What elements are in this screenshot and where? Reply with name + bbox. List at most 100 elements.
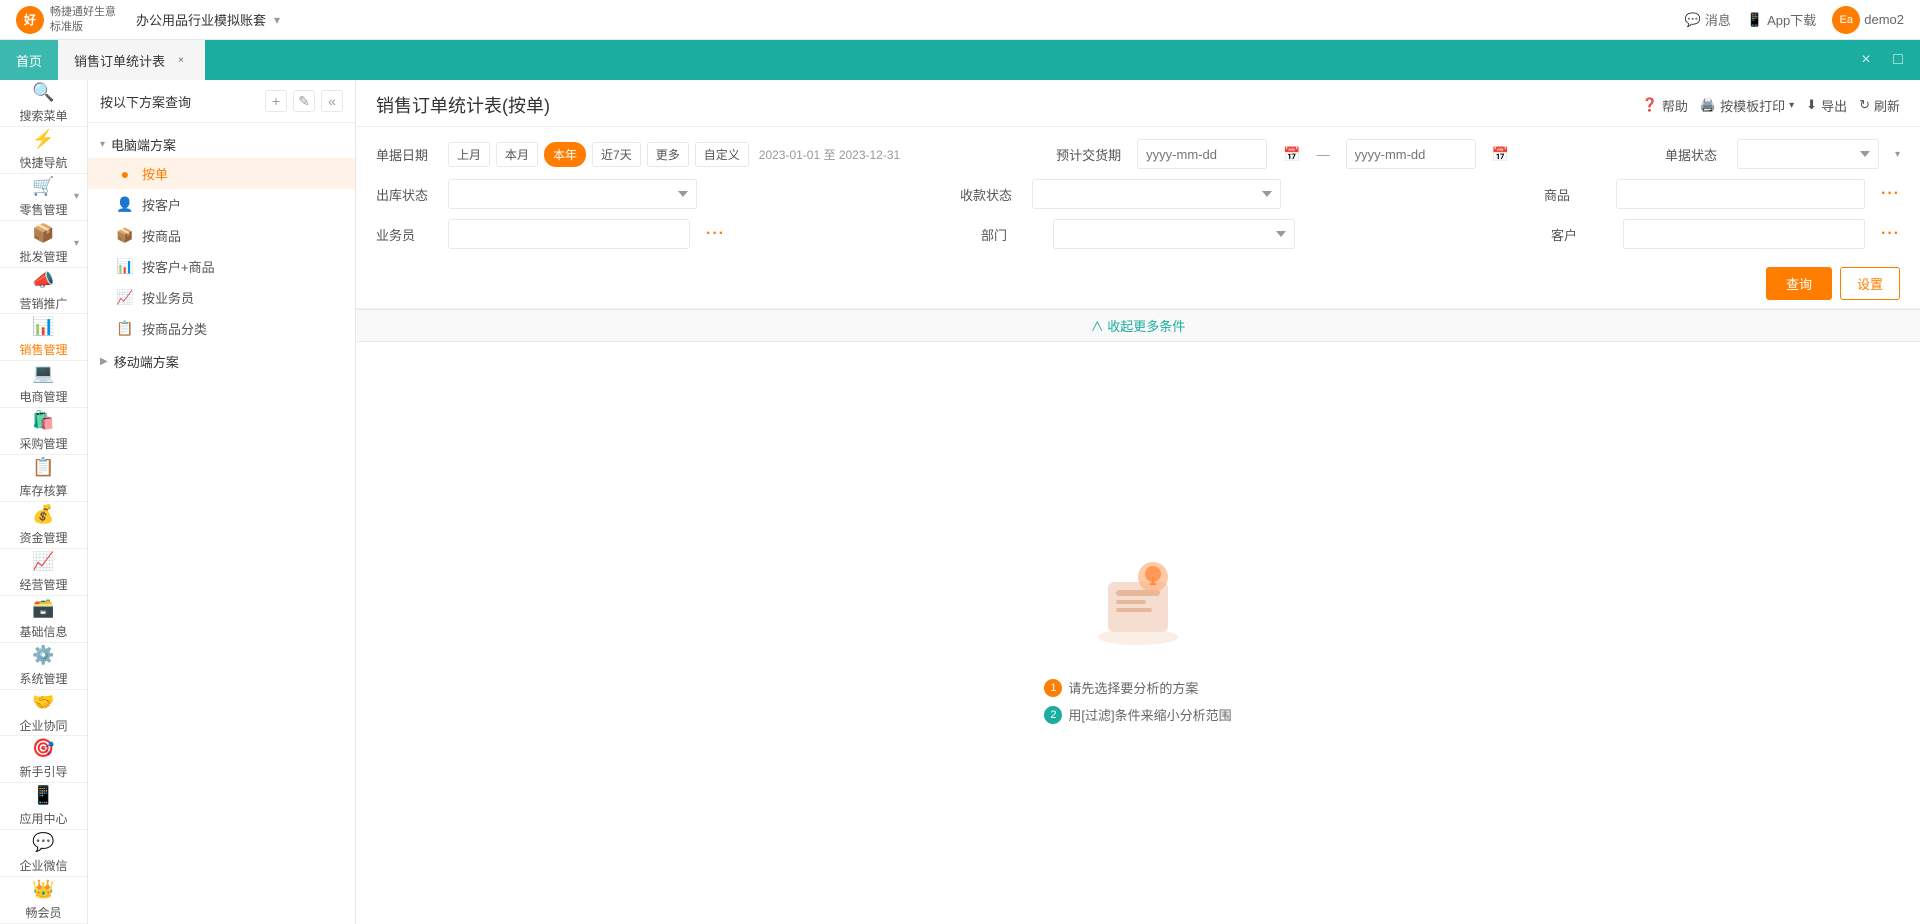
this-year-btn[interactable]: 本年 [544, 142, 586, 167]
tip-num-1: 1 [1044, 679, 1062, 697]
inventory-icon: 📋 [32, 457, 54, 478]
tab-home[interactable]: 首页 [0, 40, 58, 80]
customer-input[interactable] [1623, 219, 1865, 249]
by-customer-goods-icon: 📊 [116, 258, 134, 276]
sidebar-item-sales[interactable]: 📊 销售管理 [0, 314, 87, 361]
pc-section-title[interactable]: ▾ 电脑端方案 [88, 131, 355, 158]
goods-input[interactable] [1616, 179, 1865, 209]
enterprise-icon: 🤝 [32, 692, 54, 713]
sidebar: 🔍 搜索菜单 ⚡ 快捷导航 🛒 零售管理 📦 批发管理 📣 营销推广 📊 销售管… [0, 80, 88, 924]
tab-sales-order-stats[interactable]: 销售订单统计表 × [58, 40, 205, 80]
page-header-actions: ❓ 帮助 🖨️ 按模板打印 ▾ ⬇ 导出 ↻ 刷新 [1642, 96, 1900, 115]
finance-icon: 💰 [32, 504, 54, 525]
app-download-button[interactable]: 📱 App下载 [1747, 10, 1816, 29]
sidebar-item-inventory[interactable]: 📋 库存核算 [0, 455, 87, 502]
sidebar-item-system[interactable]: ⚙️ 系统管理 [0, 643, 87, 690]
tree-item-by-customer[interactable]: 👤 按客户 [88, 189, 355, 220]
payment-status-select[interactable] [1032, 179, 1281, 209]
sidebar-item-member[interactable]: 👑 畅会员 [0, 877, 87, 924]
tab-bar: 首页 销售订单统计表 × × □ [0, 40, 1920, 80]
ecommerce-icon: 💻 [32, 363, 54, 384]
page-header: 销售订单统计表(按单) ❓ 帮助 🖨️ 按模板打印 ▾ ⬇ 导出 [356, 80, 1920, 127]
sidebar-item-operation[interactable]: 📈 经营管理 [0, 549, 87, 596]
tab-maximize-button[interactable]: □ [1884, 46, 1912, 74]
tree-item-by-salesperson[interactable]: 📈 按业务员 [88, 282, 355, 313]
logo-text: 畅捷通好生意 标准版 [50, 5, 116, 34]
tab-bar-actions: × □ [1852, 46, 1920, 74]
sidebar-item-purchase[interactable]: 🛍️ 采购管理 [0, 408, 87, 455]
sidebar-item-retail[interactable]: 🛒 零售管理 [0, 174, 87, 221]
left-panel-collapse-button[interactable]: « [321, 90, 343, 112]
sidebar-item-wholesale[interactable]: 📦 批发管理 [0, 221, 87, 268]
app-title-dropdown-icon[interactable]: ▾ [274, 13, 280, 27]
goods-ellipsis-btn[interactable]: ··· [1881, 185, 1900, 203]
filter-content: 单据日期 上月 本月 本年 近7天 更多 自定义 2023-01-01 至 20… [356, 127, 1920, 261]
left-panel-add-button[interactable]: + [265, 90, 287, 112]
salesperson-input[interactable] [448, 219, 690, 249]
empty-tip-2: 2 用[过滤]条件来缩小分析范围 [1044, 705, 1231, 724]
help-button[interactable]: ❓ 帮助 [1642, 96, 1688, 115]
calendar-start-icon[interactable]: 📅 [1283, 146, 1300, 163]
mobile-section-label: 移动端方案 [114, 352, 179, 371]
pc-section-label: 电脑端方案 [111, 135, 176, 154]
actions-row: 查询 设置 [356, 261, 1920, 308]
empty-tip-1: 1 请先选择要分析的方案 [1044, 678, 1231, 697]
sidebar-item-enterprise[interactable]: 🤝 企业协同 [0, 690, 87, 737]
mobile-section-title[interactable]: ▶ 移动端方案 [88, 348, 355, 375]
user-area[interactable]: Ea demo2 [1832, 6, 1904, 34]
refresh-button[interactable]: ↻ 刷新 [1859, 96, 1900, 115]
expected-delivery-end-input[interactable] [1346, 139, 1476, 169]
export-icon: ⬇ [1806, 97, 1817, 113]
quicknav-icon: ⚡ [32, 129, 54, 150]
tree-item-by-goods[interactable]: 📦 按商品 [88, 220, 355, 251]
custom-date-btn[interactable]: 自定义 [695, 142, 749, 167]
print-button[interactable]: 🖨️ 按模板打印 ▾ [1700, 96, 1794, 115]
sidebar-item-wechat[interactable]: 💬 企业微信 [0, 830, 87, 877]
message-button[interactable]: 💬 消息 [1685, 10, 1731, 29]
print-icon: 🖨️ [1700, 97, 1716, 113]
tree-item-by-category[interactable]: 📋 按商品分类 [88, 313, 355, 344]
salesperson-ellipsis-btn[interactable]: ··· [706, 225, 725, 243]
query-button[interactable]: 查询 [1766, 267, 1832, 300]
settings-button[interactable]: 设置 [1840, 267, 1900, 300]
left-panel-edit-button[interactable]: ✎ [293, 90, 315, 112]
department-select[interactable] [1053, 219, 1295, 249]
app-download-icon: 📱 [1747, 12, 1763, 28]
tree-section: ▾ 电脑端方案 ● 按单 👤 按客户 📦 按商品 📊 按客户+商品 [88, 123, 355, 924]
tree-item-by-customer-goods[interactable]: 📊 按客户+商品 [88, 251, 355, 282]
content-area: 按以下方案查询 + ✎ « ▾ 电脑端方案 ● 按单 👤 按客户 [88, 80, 1920, 924]
mobile-section-arrow: ▶ [100, 356, 108, 367]
top-bar-right: 💬 消息 📱 App下载 Ea demo2 [1685, 6, 1904, 34]
top-bar: 好 畅捷通好生意 标准版 办公用品行业模拟账套 ▾ 💬 消息 📱 App下载 E… [0, 0, 1920, 40]
tab-minimize-button[interactable]: × [1852, 46, 1880, 74]
tree-item-by-order[interactable]: ● 按单 [88, 158, 355, 189]
system-icon: ⚙️ [32, 645, 54, 666]
logo-icon: 好 [16, 6, 44, 34]
sidebar-item-ecommerce[interactable]: 💻 电商管理 [0, 361, 87, 408]
expected-delivery-start-input[interactable] [1137, 139, 1267, 169]
sidebar-item-appcenter[interactable]: 📱 应用中心 [0, 783, 87, 830]
newbie-icon: 🎯 [32, 738, 54, 759]
last7days-btn[interactable]: 近7天 [592, 142, 641, 167]
sidebar-item-marketing[interactable]: 📣 营销推广 [0, 268, 87, 315]
salesperson-label: 业务员 [376, 225, 432, 244]
by-salesperson-icon: 📈 [116, 289, 134, 307]
more-date-btn[interactable]: 更多 [647, 142, 689, 167]
this-month-btn[interactable]: 本月 [496, 142, 538, 167]
out-status-select[interactable] [448, 179, 697, 209]
customer-ellipsis-btn[interactable]: ··· [1881, 225, 1900, 243]
sidebar-item-quicknav[interactable]: ⚡ 快捷导航 [0, 127, 87, 174]
tab-close-button[interactable]: × [173, 52, 189, 68]
doc-status-select[interactable] [1737, 139, 1879, 169]
last-month-btn[interactable]: 上月 [448, 142, 490, 167]
search-icon: 🔍 [32, 82, 54, 103]
left-panel-title: 按以下方案查询 [100, 92, 191, 111]
sidebar-item-finance[interactable]: 💰 资金管理 [0, 502, 87, 549]
collapse-bar[interactable]: ∧ 收起更多条件 [356, 309, 1920, 342]
sidebar-item-newbie[interactable]: 🎯 新手引导 [0, 736, 87, 783]
export-button[interactable]: ⬇ 导出 [1806, 96, 1847, 115]
member-icon: 👑 [32, 879, 54, 900]
sidebar-item-basic[interactable]: 🗃️ 基础信息 [0, 596, 87, 643]
sidebar-item-search[interactable]: 🔍 搜索菜单 [0, 80, 87, 127]
calendar-end-icon[interactable]: 📅 [1492, 146, 1509, 163]
